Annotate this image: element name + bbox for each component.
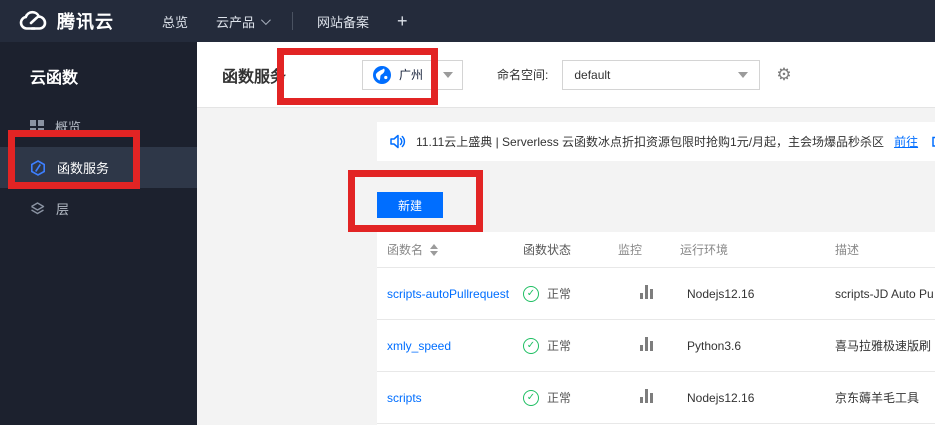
- chevron-down-icon: [260, 14, 271, 25]
- sidebar-item-function-service-label: 函数服务: [57, 161, 110, 176]
- namespace-selector[interactable]: default: [562, 59, 761, 90]
- status-ok-icon: ✓: [523, 337, 539, 354]
- sidebar-item-overview[interactable]: 概览: [0, 106, 197, 147]
- runtime-value: Python3.6: [687, 338, 742, 353]
- globe-icon: [372, 65, 392, 85]
- gear-icon[interactable]: ⚙: [776, 66, 791, 83]
- region-caret-icon: [443, 71, 454, 78]
- status-text: 正常: [547, 391, 572, 405]
- topbar-nav: 总览 云产品 网站备案 +: [148, 0, 422, 42]
- status-text: 正常: [547, 339, 572, 353]
- sidebar: 云函数 概览 函数服务 层: [0, 42, 197, 425]
- status-text: 正常: [547, 287, 572, 301]
- status-ok-icon: ✓: [523, 389, 539, 406]
- nav-website-icp-label: 网站备案: [317, 14, 370, 30]
- sidebar-item-function-service[interactable]: 函数服务: [0, 147, 197, 188]
- status-ok-icon: ✓: [523, 285, 539, 302]
- table-row: xmly_speed ✓ 正常 Python3.6 喜马拉雅极速版刷: [377, 320, 935, 372]
- table-row: scripts-autoPullrequest ✓ 正常 Nodejs12.16…: [377, 268, 935, 320]
- sidebar-item-layers-label: 层: [56, 202, 70, 217]
- region-value: 广州: [399, 68, 424, 82]
- tencent-cloud-logo[interactable]: 腾讯云: [18, 8, 114, 34]
- nav-overview[interactable]: 总览: [148, 0, 202, 42]
- layers-icon: [30, 201, 45, 216]
- runtime-value: Nodejs12.16: [687, 286, 755, 301]
- nav-cloud-products[interactable]: 云产品: [202, 0, 282, 42]
- page-header: 函数服务 广州 命名空间: default ⚙: [197, 42, 935, 108]
- monitor-chart-icon[interactable]: [640, 389, 653, 403]
- grid-icon: [30, 119, 44, 134]
- create-button[interactable]: 新建: [377, 192, 443, 218]
- nav-website-icp[interactable]: 网站备案: [303, 0, 383, 42]
- col-header-description: 描述: [835, 243, 860, 257]
- cloud-logo-icon: [18, 10, 48, 32]
- col-header-monitor: 监控: [618, 243, 643, 257]
- topbar: 腾讯云 总览 云产品 网站备案 +: [0, 0, 935, 42]
- description-value: 喜马拉雅极速版刷: [835, 339, 932, 353]
- function-table: 函数名 函数状态 监控 运行环境 描述 scripts-autoPullrequ…: [377, 232, 935, 425]
- table-row: scripts ✓ 正常 Nodejs12.16 京东薅羊毛工具: [377, 372, 935, 424]
- logo-text: 腾讯云: [57, 12, 114, 32]
- sort-icon[interactable]: [430, 243, 439, 256]
- col-header-runtime: 运行环境: [680, 243, 729, 257]
- runtime-value: Nodejs12.16: [687, 390, 755, 405]
- col-header-name: 函数名: [377, 241, 523, 258]
- external-link-icon[interactable]: [931, 135, 935, 148]
- description-value: 京东薅羊毛工具: [835, 391, 920, 405]
- nav-overview-label: 总览: [162, 14, 189, 30]
- promo-banner: 11.11云上盛典 | Serverless 云函数冰点折扣资源包限时抢购1元/…: [377, 122, 935, 161]
- sidebar-item-layers[interactable]: 层: [0, 188, 197, 229]
- speaker-icon: [390, 134, 406, 149]
- scf-hexagon-icon: [30, 159, 46, 176]
- namespace-value: default: [574, 67, 611, 82]
- monitor-chart-icon[interactable]: [640, 337, 653, 351]
- namespace-caret-icon: [738, 71, 749, 78]
- table-header-row: 函数名 函数状态 监控 运行环境 描述: [377, 232, 935, 268]
- function-name-link[interactable]: scripts-autoPullrequest: [387, 287, 509, 301]
- function-name-link[interactable]: scripts: [387, 391, 422, 405]
- region-selector[interactable]: 广州: [362, 59, 464, 90]
- nav-divider: [292, 12, 294, 30]
- add-tab-button[interactable]: +: [383, 11, 422, 32]
- col-header-status: 函数状态: [523, 243, 572, 257]
- banner-link[interactable]: 前往: [894, 133, 918, 150]
- namespace-label: 命名空间:: [497, 68, 549, 82]
- function-name-link[interactable]: xmly_speed: [387, 339, 451, 353]
- sidebar-title: 云函数: [30, 70, 79, 87]
- description-value: scripts-JD Auto Pu: [835, 286, 934, 301]
- page-title: 函数服务: [222, 68, 287, 86]
- banner-text: 11.11云上盛典 | Serverless 云函数冰点折扣资源包限时抢购1元/…: [416, 135, 885, 149]
- monitor-chart-icon[interactable]: [640, 285, 653, 299]
- nav-cloud-products-label: 云产品: [216, 14, 256, 30]
- sidebar-item-overview-label: 概览: [55, 120, 82, 135]
